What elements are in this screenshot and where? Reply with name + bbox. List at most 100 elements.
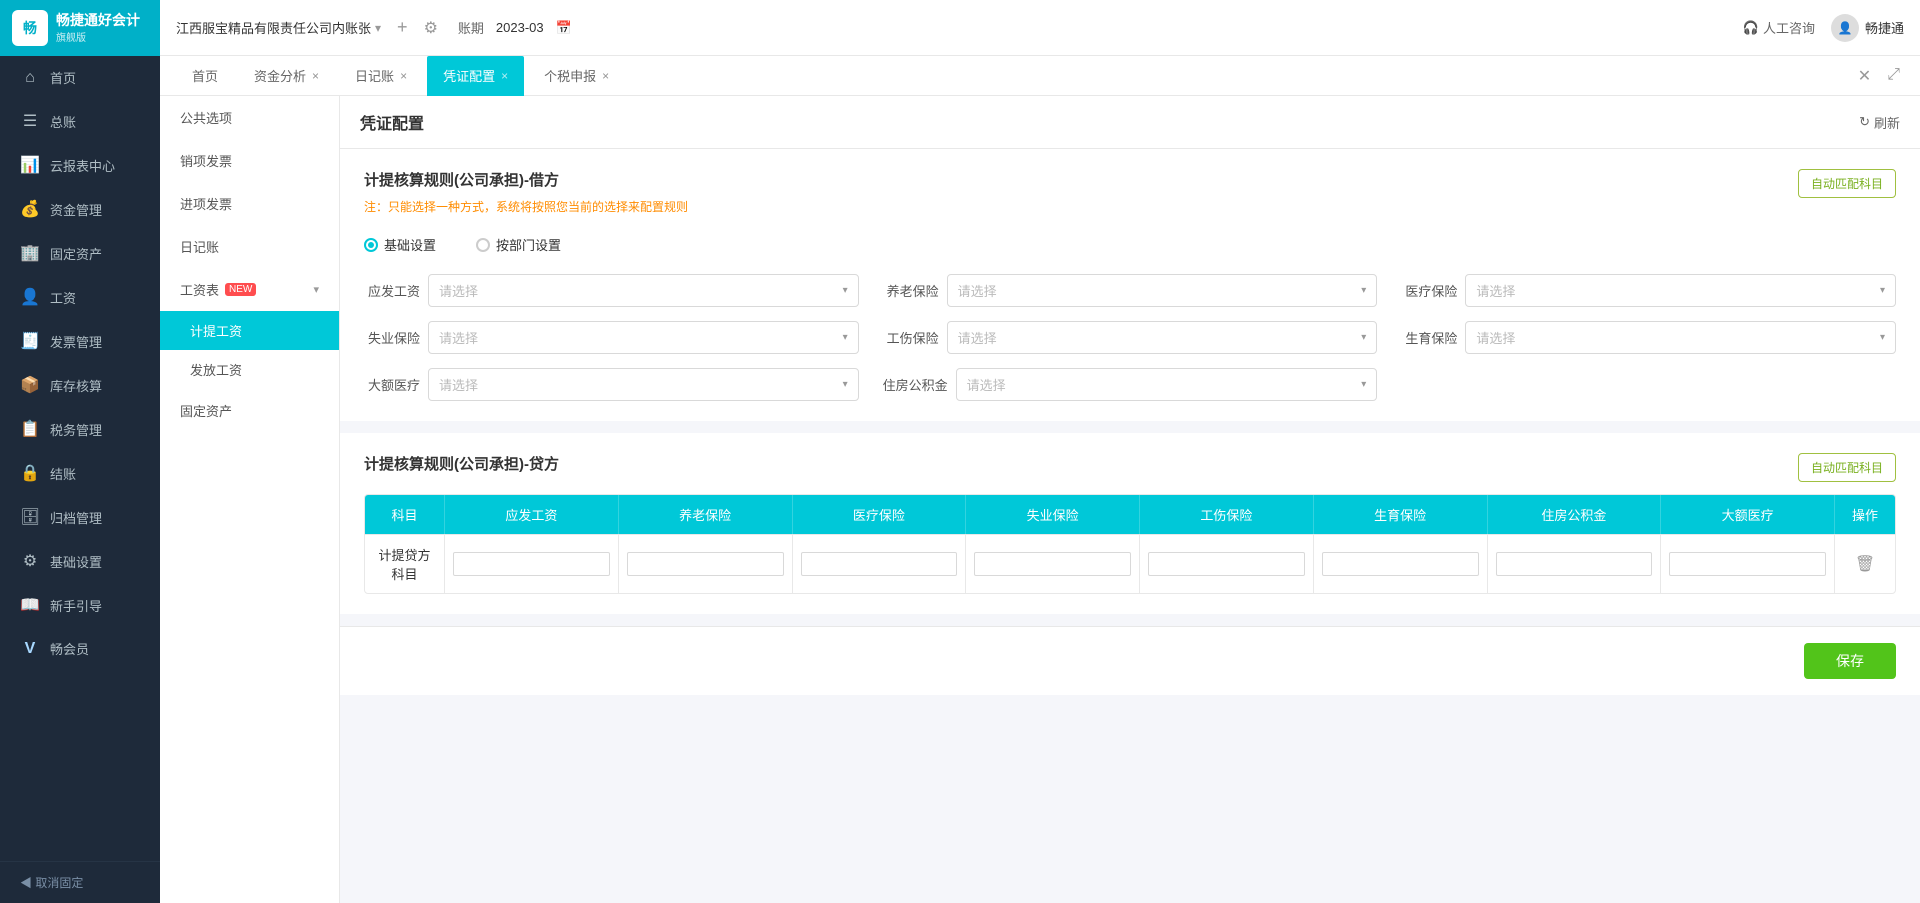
topbar-right: 🎧 人工咨询 👤 畅捷通 <box>1743 14 1904 42</box>
injury-dropdown-icon: ▾ <box>1361 332 1366 343</box>
sidebar-item-closing[interactable]: 🔒 结账 <box>0 451 160 495</box>
tab-tax-report-close[interactable]: × <box>602 69 609 83</box>
calendar-icon[interactable]: 📅 <box>556 20 572 36</box>
service-button[interactable]: 🎧 人工咨询 <box>1743 18 1815 37</box>
tab-journal-close[interactable]: × <box>400 69 407 83</box>
field-unemployment-select[interactable]: 请选择 ▾ <box>428 321 859 354</box>
field-unemployment: 失业保险 请选择 ▾ <box>364 321 859 354</box>
field-medical-select[interactable]: 请选择 ▾ <box>1465 274 1896 307</box>
pension-dropdown-icon: ▾ <box>1361 285 1366 296</box>
sidebar-logo: 畅 畅捷通好会计 旗舰版 <box>0 0 160 56</box>
tab-voucher-config[interactable]: 凭证配置 × <box>427 56 524 96</box>
td-housing-input[interactable] <box>1496 552 1653 576</box>
medical-dropdown-icon: ▾ <box>1880 285 1885 296</box>
tabs-bar: 首页 资金分析 × 日记账 × 凭证配置 × 个税申报 × ✕ ⤢ <box>160 56 1920 96</box>
sidebar-item-inventory[interactable]: 📦 库存核算 <box>0 363 160 407</box>
field-pension-placeholder: 请选择 <box>958 281 997 300</box>
td-injury-input[interactable] <box>1148 552 1305 576</box>
auto-match-debit-button[interactable]: 自动匹配科目 <box>1798 169 1896 198</box>
sidebar-item-invoice[interactable]: 🧾 发票管理 <box>0 319 160 363</box>
th-salary: 应发工资 <box>445 495 619 534</box>
unemployment-dropdown-icon: ▾ <box>843 332 848 343</box>
field-large-medical-select[interactable]: 请选择 ▾ <box>428 368 859 401</box>
avatar-icon: 👤 <box>1838 21 1853 35</box>
field-pension-select[interactable]: 请选择 ▾ <box>947 274 1378 307</box>
auto-match-credit-button[interactable]: 自动匹配科目 <box>1798 453 1896 482</box>
sidebar-item-funds[interactable]: 💰 资金管理 <box>0 187 160 231</box>
company-name: 江西服宝精品有限责任公司内账张 <box>176 18 371 37</box>
company-dropdown-icon: ▾ <box>375 21 381 35</box>
tab-fund-analysis-close[interactable]: × <box>312 69 319 83</box>
sidebar-item-guide[interactable]: 📖 新手引导 <box>0 583 160 627</box>
settings-button[interactable]: ⚙ <box>424 18 438 38</box>
field-housing-fund-select[interactable]: 请选择 ▾ <box>956 368 1378 401</box>
refresh-button[interactable]: ↻ 刷新 <box>1859 113 1900 132</box>
menu-item-purchase-invoice[interactable]: 进项发票 <box>160 182 339 225</box>
close-all-button[interactable]: ✕ <box>1854 62 1875 90</box>
td-maternity-input[interactable] <box>1322 552 1479 576</box>
sidebar-item-label: 资金管理 <box>50 200 102 219</box>
sidebar-item-assets[interactable]: 🏢 固定资产 <box>0 231 160 275</box>
sidebar-item-ledger[interactable]: ☰ 总账 <box>0 99 160 143</box>
td-pension-val[interactable] <box>619 535 793 593</box>
td-unemployment-val[interactable] <box>966 535 1140 593</box>
right-panel: 凭证配置 ↻ 刷新 计提核算规则(公司承担)-借方 注：只能选择一种方式，系统将… <box>340 96 1920 903</box>
td-housing-val[interactable] <box>1488 535 1662 593</box>
sidebar-item-tax[interactable]: 📋 税务管理 <box>0 407 160 451</box>
salary-icon: 👤 <box>20 287 40 307</box>
radio-department[interactable]: 按部门设置 <box>476 235 561 254</box>
expand-button[interactable]: ⤢ <box>1883 62 1904 90</box>
sidebar-item-salary[interactable]: 👤 工资 <box>0 275 160 319</box>
td-injury-val[interactable] <box>1140 535 1314 593</box>
field-medical-label: 医疗保险 <box>1401 281 1457 300</box>
menu-item-fixed-assets[interactable]: 固定资产 <box>160 389 339 432</box>
sidebar-nav: ⌂ 首页 ☰ 总账 📊 云报表中心 💰 资金管理 🏢 固定资产 👤 工资 🧾 发… <box>0 56 160 861</box>
sidebar-item-vip[interactable]: V 畅会员 <box>0 627 160 670</box>
user-menu[interactable]: 👤 畅捷通 <box>1831 14 1904 42</box>
row-subject-label: 计提贷方科目 <box>373 545 436 583</box>
field-unemployment-placeholder: 请选择 <box>439 328 478 347</box>
td-large-medical-val[interactable] <box>1661 535 1835 593</box>
td-salary-val[interactable] <box>445 535 619 593</box>
menu-group-salary-table[interactable]: 工资表 NEW ▾ <box>160 268 339 311</box>
field-salary-select[interactable]: 请选择 ▾ <box>428 274 859 307</box>
tab-journal[interactable]: 日记账 × <box>339 56 423 96</box>
td-medical-val[interactable] <box>793 535 967 593</box>
menu-item-salary-accrual[interactable]: 计提工资 <box>160 311 339 350</box>
td-large-medical-input[interactable] <box>1669 552 1826 576</box>
table-row: 计提贷方科目 <box>365 534 1895 593</box>
vip-icon: V <box>20 640 40 658</box>
add-account-button[interactable]: + <box>393 17 412 38</box>
save-button[interactable]: 保存 <box>1804 643 1896 679</box>
td-maternity-val[interactable] <box>1314 535 1488 593</box>
cancel-pin-button[interactable]: ◀ 取消固定 <box>0 861 160 903</box>
tab-voucher-config-close[interactable]: × <box>501 69 508 83</box>
section1-debit: 计提核算规则(公司承担)-借方 注：只能选择一种方式，系统将按照您当前的选择来配… <box>340 149 1920 421</box>
large-medical-dropdown-icon: ▾ <box>843 379 848 390</box>
tab-fund-analysis[interactable]: 资金分析 × <box>238 56 335 96</box>
td-pension-input[interactable] <box>627 552 784 576</box>
tab-home[interactable]: 首页 <box>176 56 234 96</box>
menu-item-sales-invoice[interactable]: 销项发票 <box>160 139 339 182</box>
radio-basic[interactable]: 基础设置 <box>364 235 436 254</box>
company-selector[interactable]: 江西服宝精品有限责任公司内账张 ▾ <box>176 18 381 37</box>
td-salary-input[interactable] <box>453 552 610 576</box>
field-injury-select[interactable]: 请选择 ▾ <box>947 321 1378 354</box>
td-unemployment-input[interactable] <box>974 552 1131 576</box>
td-medical-input[interactable] <box>801 552 958 576</box>
menu-item-journal[interactable]: 日记账 <box>160 225 339 268</box>
sidebar-item-settings[interactable]: ⚙ 基础设置 <box>0 539 160 583</box>
sidebar-item-home[interactable]: ⌂ 首页 <box>0 56 160 99</box>
sidebar-item-label: 云报表中心 <box>50 156 115 175</box>
delete-row-button[interactable]: 🗑 <box>1855 554 1875 574</box>
field-large-medical: 大额医疗 请选择 ▾ <box>364 368 859 401</box>
page-title: 凭证配置 <box>360 110 424 134</box>
menu-item-salary-payment[interactable]: 发放工资 <box>160 350 339 389</box>
menu-item-public[interactable]: 公共选项 <box>160 96 339 139</box>
sidebar-item-archive[interactable]: 🗄 归档管理 <box>0 495 160 539</box>
td-subject: 计提贷方科目 <box>365 535 445 593</box>
ledger-icon: ☰ <box>20 111 40 131</box>
field-maternity-select[interactable]: 请选择 ▾ <box>1465 321 1896 354</box>
sidebar-item-reports[interactable]: 📊 云报表中心 <box>0 143 160 187</box>
tab-tax-report[interactable]: 个税申报 × <box>528 56 625 96</box>
